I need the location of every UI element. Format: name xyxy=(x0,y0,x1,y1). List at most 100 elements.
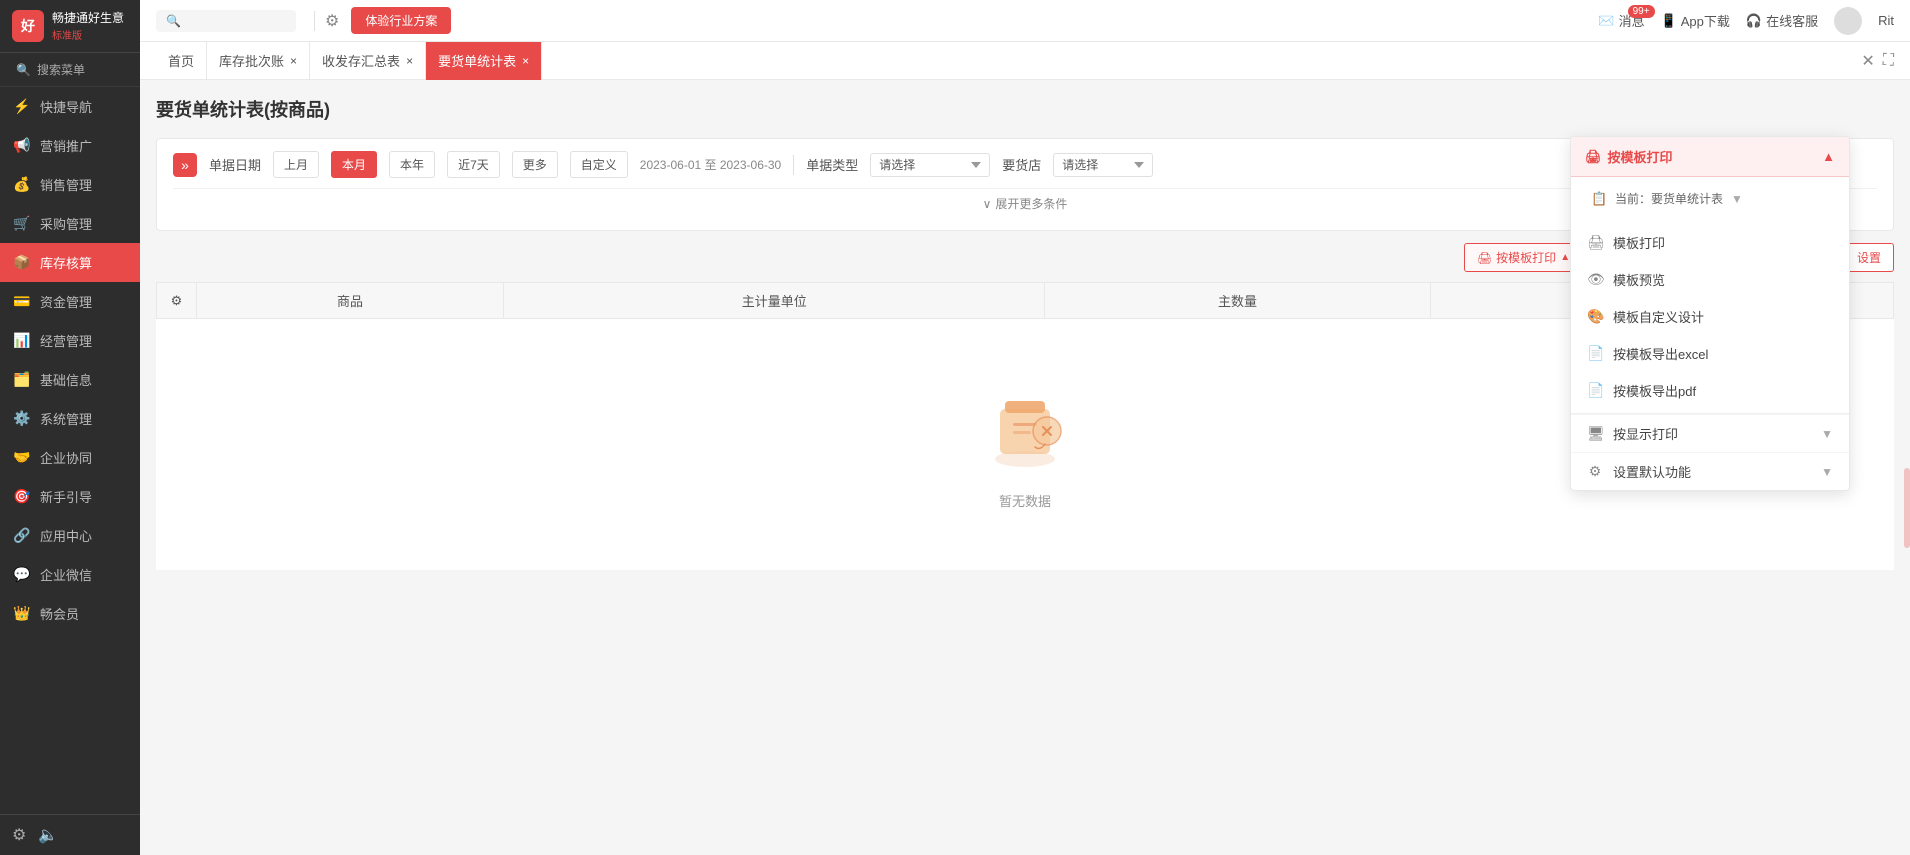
tab-close-order-stats[interactable]: × xyxy=(522,54,529,68)
template-preview-icon: 👁 xyxy=(1587,271,1603,288)
filter-divider xyxy=(793,155,794,175)
topbar: 🔍 ⚙ 体验行业方案 ✉️ 消息 99+ 📱 App下载 🎧 在线客服 Rit xyxy=(140,0,1910,42)
th-gear[interactable]: ⚙ xyxy=(157,283,197,319)
audio-footer-icon[interactable]: 🔈 xyxy=(38,825,58,845)
store-label: 要货店 xyxy=(1002,155,1041,174)
dropdown-items-section: 🖨 模板打印 👁 模板预览 🎨 模板自定义设计 📄 按模板导出excel 📄 xyxy=(1571,220,1849,413)
online-service-btn[interactable]: 🎧 在线客服 xyxy=(1746,11,1818,30)
tab-receipt-summary[interactable]: 收发存汇总表 × xyxy=(310,42,426,80)
system-icon: ⚙️ xyxy=(12,410,32,427)
user-avatar[interactable] xyxy=(1834,7,1862,35)
sales-icon: 💰 xyxy=(12,176,32,193)
settings-footer-icon[interactable]: ⚙ xyxy=(12,825,26,845)
print-template-button[interactable]: 🖨 按模板打印 ▲ xyxy=(1464,243,1583,272)
display-print-arrow: ▼ xyxy=(1821,427,1833,441)
dropdown-sub-section: 🖥 按显示打印 ▼ ⚙ 设置默认功能 ▼ xyxy=(1571,413,1849,490)
empty-text: 暂无数据 xyxy=(999,491,1051,510)
sidebar-item-collab[interactable]: 🤝 企业协同 xyxy=(0,438,140,477)
sidebar-item-marketing[interactable]: 📢 营销推广 xyxy=(0,126,140,165)
search-icon: 🔍 xyxy=(16,63,31,77)
date-label: 单据日期 xyxy=(209,155,261,174)
tab-close-receipt-summary[interactable]: × xyxy=(406,54,413,68)
export-excel-icon: 📄 xyxy=(1587,345,1603,362)
current-icon: 📋 xyxy=(1591,191,1607,207)
sidebar-nav: ⚡ 快捷导航 📢 营销推广 💰 销售管理 🛒 采购管理 📦 库存核算 💳 资金管… xyxy=(0,87,140,814)
current-year-btn[interactable]: 本年 xyxy=(389,151,435,178)
current-month-btn[interactable]: 本月 xyxy=(331,151,377,178)
app-name: 畅捷通好生意 xyxy=(52,10,124,27)
empty-icon xyxy=(975,379,1075,479)
store-select[interactable]: 请选择 xyxy=(1053,153,1153,177)
dropdown-item-template-print[interactable]: 🖨 模板打印 xyxy=(1571,224,1849,261)
purchase-icon: 🛒 xyxy=(12,215,32,232)
logo-icon: 好 xyxy=(12,10,44,42)
finance-icon: 💳 xyxy=(12,293,32,310)
th-product: 商品 xyxy=(197,283,504,319)
expand-chevron-icon: ∨ xyxy=(983,197,992,211)
sidebar-item-quick-nav[interactable]: ⚡ 快捷导航 xyxy=(0,87,140,126)
tab-home[interactable]: 首页 xyxy=(156,42,207,80)
set-default-arrow: ▼ xyxy=(1821,465,1833,479)
prev-month-btn[interactable]: 上月 xyxy=(273,151,319,178)
date-range-text: 2023-06-01 至 2023-06-30 xyxy=(640,156,781,173)
sidebar-item-inventory[interactable]: 📦 库存核算 xyxy=(0,243,140,282)
sidebar-item-vip[interactable]: 👑 畅会员 xyxy=(0,594,140,633)
dropdown-item-export-excel[interactable]: 📄 按模板导出excel xyxy=(1571,335,1849,372)
sidebar-item-finance[interactable]: 💳 资金管理 xyxy=(0,282,140,321)
dropdown-item-export-pdf[interactable]: 📄 按模板导出pdf xyxy=(1571,372,1849,409)
dropdown-item-display-print[interactable]: 🖥 按显示打印 ▼ xyxy=(1571,414,1849,452)
app-download-btn[interactable]: 📱 App下载 xyxy=(1661,11,1730,30)
tab-order-stats[interactable]: 要货单统计表 × xyxy=(426,42,542,80)
service-icon: 🎧 xyxy=(1746,13,1762,29)
username-label: Rit xyxy=(1878,13,1894,28)
marketing-icon: 📢 xyxy=(12,137,32,154)
collab-icon: 🤝 xyxy=(12,449,32,466)
current-arrow: ▼ xyxy=(1731,192,1743,206)
th-unit: 主计量单位 xyxy=(503,283,1045,319)
topbar-search-icon: 🔍 xyxy=(166,14,181,28)
filter-expand-button[interactable]: » xyxy=(173,153,197,177)
sidebar-item-basic[interactable]: 🗂️ 基础信息 xyxy=(0,360,140,399)
tab-close-inventory-batch[interactable]: × xyxy=(290,54,297,68)
dropdown-item-template-design[interactable]: 🎨 模板自定义设计 xyxy=(1571,298,1849,335)
main-area: 🔍 ⚙ 体验行业方案 ✉️ 消息 99+ 📱 App下载 🎧 在线客服 Rit xyxy=(140,0,1910,855)
content-area: 要货单统计表(按商品) » 单据日期 上月 本月 本年 近7天 更多 自定义 2… xyxy=(140,80,1910,855)
maximize-tab-icon[interactable]: ⛶ xyxy=(1883,52,1894,70)
last7days-btn[interactable]: 近7天 xyxy=(447,151,500,178)
topbar-divider xyxy=(314,11,315,31)
message-btn[interactable]: ✉️ 消息 99+ xyxy=(1598,11,1644,30)
dropdown-title: 🖨 按模板打印 xyxy=(1585,147,1673,166)
trial-button[interactable]: 体验行业方案 xyxy=(351,7,451,34)
print-arrow-icon: ▲ xyxy=(1560,252,1570,263)
print-icon: 🖨 xyxy=(1477,251,1492,265)
more-dates-btn[interactable]: 更多 xyxy=(512,151,558,178)
sidebar-item-wechat[interactable]: 💬 企业微信 xyxy=(0,555,140,594)
sidebar-item-guide[interactable]: 🎯 新手引导 xyxy=(0,477,140,516)
column-settings-icon[interactable]: ⚙ xyxy=(171,293,183,308)
dropdown-collapse-icon[interactable]: ▲ xyxy=(1822,149,1835,164)
type-select[interactable]: 请选择 xyxy=(870,153,990,177)
close-tab-icon[interactable]: ✕ xyxy=(1861,51,1874,71)
custom-date-btn[interactable]: 自定义 xyxy=(570,151,628,178)
sidebar-item-operations[interactable]: 📊 经营管理 xyxy=(0,321,140,360)
dropdown-item-set-default[interactable]: ⚙ 设置默认功能 ▼ xyxy=(1571,452,1849,490)
quick-nav-icon: ⚡ xyxy=(12,98,32,115)
appstore-icon: 🔗 xyxy=(12,527,32,544)
sidebar-item-appstore[interactable]: 🔗 应用中心 xyxy=(0,516,140,555)
sidebar-item-system[interactable]: ⚙️ 系统管理 xyxy=(0,399,140,438)
topbar-gear-icon[interactable]: ⚙ xyxy=(325,11,339,31)
topbar-search[interactable]: 🔍 xyxy=(156,10,296,32)
message-badge: 99+ xyxy=(1628,5,1655,18)
sidebar-item-sales[interactable]: 💰 销售管理 xyxy=(0,165,140,204)
sidebar-item-purchase[interactable]: 🛒 采购管理 xyxy=(0,204,140,243)
sidebar-footer: ⚙ 🔈 xyxy=(0,814,140,855)
search-menu[interactable]: 🔍 搜索菜单 xyxy=(0,53,140,87)
print-header-icon: 🖨 xyxy=(1585,149,1602,165)
set-default-icon: ⚙ xyxy=(1587,463,1603,480)
dropdown-item-template-preview[interactable]: 👁 模板预览 xyxy=(1571,261,1849,298)
page-title: 要货单统计表(按商品) xyxy=(156,96,1894,122)
message-icon: ✉️ xyxy=(1598,13,1614,29)
settings-button[interactable]: 设置 xyxy=(1844,243,1894,272)
topbar-right: ✉️ 消息 99+ 📱 App下载 🎧 在线客服 Rit xyxy=(1598,7,1894,35)
tab-inventory-batch[interactable]: 库存批次账 × xyxy=(207,42,310,80)
